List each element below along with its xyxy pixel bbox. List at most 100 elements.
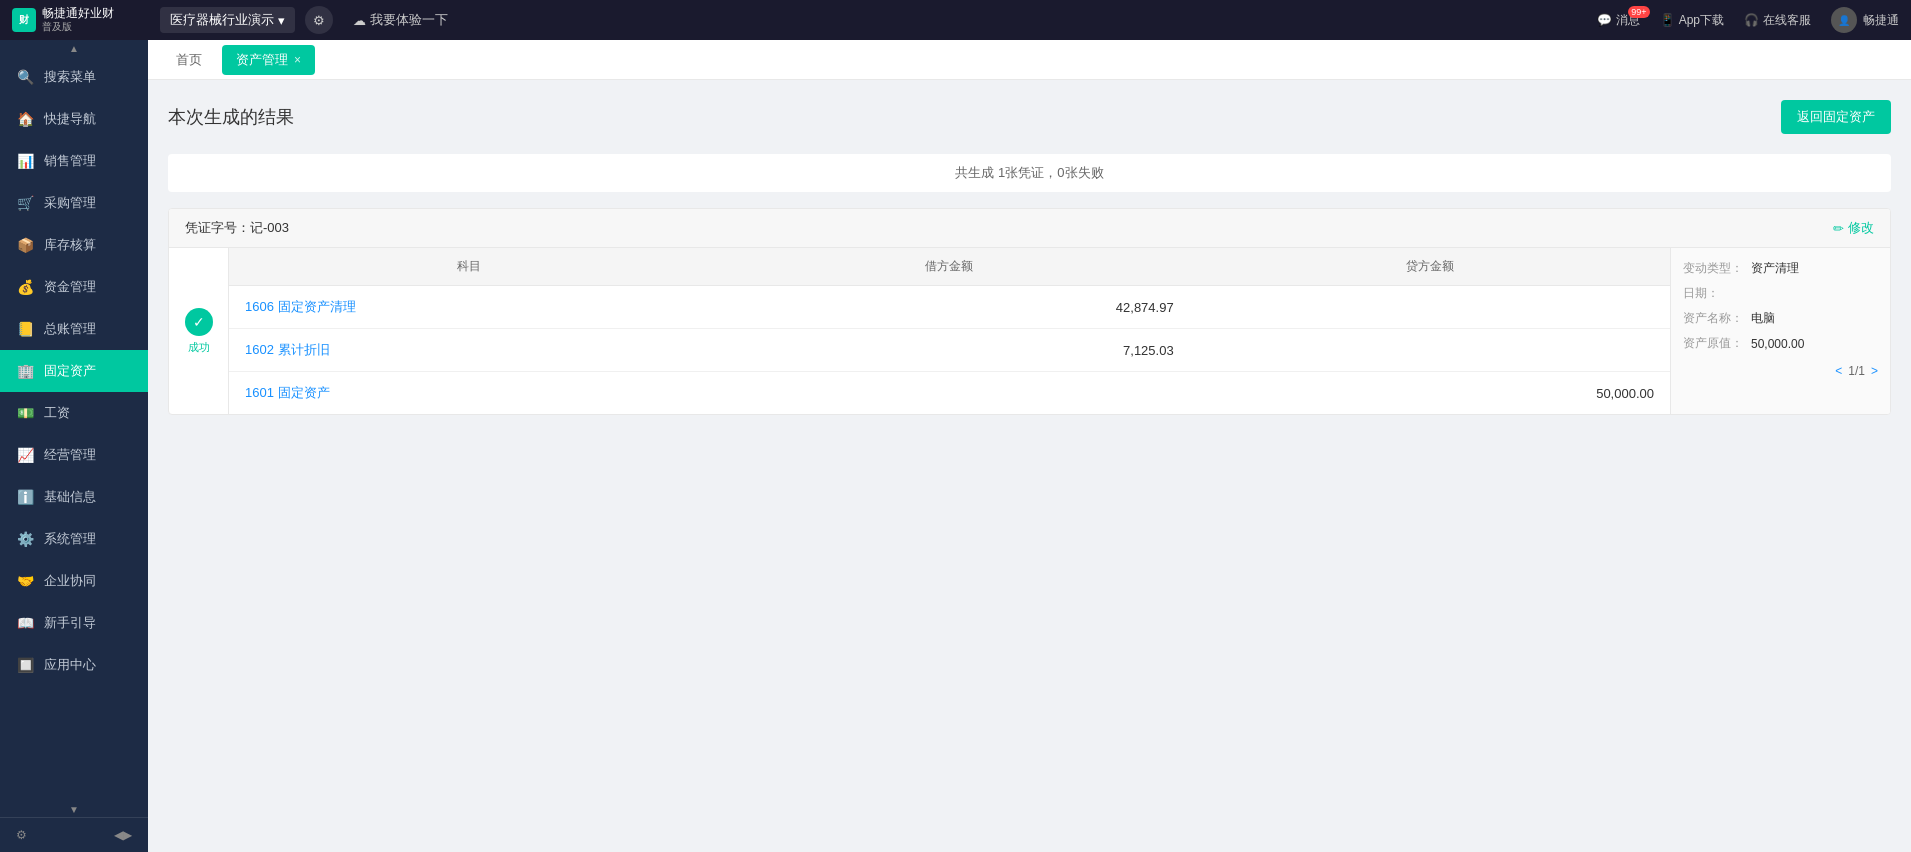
success-text: 成功 <box>188 340 210 355</box>
scroll-up-button[interactable]: ▲ <box>0 40 148 56</box>
row1-subject[interactable]: 1606 固定资产清理 <box>229 286 709 328</box>
settings-icon[interactable]: ⚙ <box>305 6 333 34</box>
sidebar-item-fixed-assets-label: 固定资产 <box>44 362 96 380</box>
sidebar-item-finance[interactable]: 💰 资金管理 <box>0 266 148 308</box>
sidebar-item-ledger[interactable]: 📒 总账管理 <box>0 308 148 350</box>
sidebar-item-sales[interactable]: 📊 销售管理 <box>0 140 148 182</box>
pagination: < 1/1 > <box>1683 364 1878 378</box>
sidebar-item-finance-label: 资金管理 <box>44 278 96 296</box>
home-icon: 🏠 <box>16 110 34 128</box>
sidebar-item-system-label: 系统管理 <box>44 530 96 548</box>
table-with-status: ✓ 成功 科目 借方金额 贷方金额 1606 固定资产清理 <box>169 248 1670 414</box>
company-name: 医疗器械行业演示 <box>170 11 274 29</box>
next-page-button[interactable]: > <box>1871 364 1878 378</box>
inventory-icon: 📦 <box>16 236 34 254</box>
voucher-table: ✓ 成功 科目 借方金额 贷方金额 1606 固定资产清理 <box>169 248 1890 414</box>
sidebar: ▲ 🔍 搜索菜单 🏠 快捷导航 📊 销售管理 🛒 采购管理 📦 库存核算 <box>0 40 148 852</box>
sales-icon: 📊 <box>16 152 34 170</box>
sidebar-item-guide[interactable]: 📖 新手引导 <box>0 602 148 644</box>
voucher-card: 凭证字号：记-003 ✏ 修改 ✓ 成功 <box>168 208 1891 415</box>
sidebar-item-enterprise[interactable]: 🤝 企业协同 <box>0 560 148 602</box>
logo-text-group: 畅捷通好业财 普及版 <box>42 6 114 34</box>
logo-text: 畅捷通好业财 <box>42 6 114 20</box>
company-selector[interactable]: 医疗器械行业演示 ▾ <box>160 7 295 33</box>
user-area[interactable]: 👤 畅捷通 <box>1831 7 1899 33</box>
row3-credit: 50,000.00 <box>1190 374 1670 413</box>
row3-debit <box>709 381 1189 405</box>
tab-home[interactable]: 首页 <box>164 51 214 69</box>
table-main: 科目 借方金额 贷方金额 1606 固定资产清理 42,874.97 1602 … <box>229 248 1670 414</box>
phone-icon: 📱 <box>1660 13 1675 27</box>
sidebar-item-basic-info[interactable]: ℹ️ 基础信息 <box>0 476 148 518</box>
avatar: 👤 <box>1831 7 1857 33</box>
sidebar-item-ledger-label: 总账管理 <box>44 320 96 338</box>
edit-icon: ✏ <box>1833 221 1844 236</box>
sidebar-item-search[interactable]: 🔍 搜索菜单 <box>0 56 148 98</box>
app-center-icon: 🔲 <box>16 656 34 674</box>
page-indicator: 1/1 <box>1848 364 1865 378</box>
voucher-number: 凭证字号：记-003 <box>185 219 289 237</box>
logo-area: 财 畅捷通好业财 普及版 <box>12 6 160 34</box>
app-download-label: App下载 <box>1679 12 1724 29</box>
row2-subject[interactable]: 1602 累计折旧 <box>229 329 709 371</box>
sidebar-item-inventory[interactable]: 📦 库存核算 <box>0 224 148 266</box>
page-content: 本次生成的结果 返回固定资产 共生成 1张凭证，0张失败 凭证字号：记-003 … <box>148 80 1911 852</box>
scroll-down-button[interactable]: ▼ <box>0 801 148 817</box>
purchase-icon: 🛒 <box>16 194 34 212</box>
ledger-icon: 📒 <box>16 320 34 338</box>
customer-service-action[interactable]: 🎧 在线客服 <box>1744 12 1811 29</box>
tab-asset-management[interactable]: 资产管理 × <box>222 45 315 75</box>
sidebar-item-enterprise-label: 企业协同 <box>44 572 96 590</box>
sidebar-item-guide-label: 新手引导 <box>44 614 96 632</box>
customer-service-label: 在线客服 <box>1763 12 1811 29</box>
row2-credit <box>1190 338 1670 362</box>
edit-button[interactable]: ✏ 修改 <box>1833 219 1874 237</box>
change-type-value: 资产清理 <box>1751 260 1799 277</box>
sidebar-item-basic-info-label: 基础信息 <box>44 488 96 506</box>
prev-page-button[interactable]: < <box>1835 364 1842 378</box>
message-icon: 💬 <box>1597 13 1612 27</box>
basic-info-icon: ℹ️ <box>16 488 34 506</box>
page-title: 本次生成的结果 <box>168 105 294 129</box>
app-download-action[interactable]: 📱 App下载 <box>1660 12 1724 29</box>
success-icon: ✓ <box>185 308 213 336</box>
header-debit: 借方金额 <box>709 248 1189 285</box>
return-button[interactable]: 返回固定资产 <box>1781 100 1891 134</box>
headset-icon: 🎧 <box>1744 13 1759 27</box>
sidebar-item-app-center[interactable]: 🔲 应用中心 <box>0 644 148 686</box>
sidebar-nav: 🔍 搜索菜单 🏠 快捷导航 📊 销售管理 🛒 采购管理 📦 库存核算 💰 <box>0 56 148 801</box>
asset-name-label: 资产名称： <box>1683 310 1743 327</box>
username: 畅捷通 <box>1863 12 1899 29</box>
table-header: 科目 借方金额 贷方金额 <box>229 248 1670 286</box>
header-subject: 科目 <box>229 248 709 285</box>
sidebar-item-inventory-label: 库存核算 <box>44 236 96 254</box>
header-credit: 贷方金额 <box>1190 248 1670 285</box>
sidebar-collapse-icon[interactable]: ◀▶ <box>114 828 132 842</box>
page-title-row: 本次生成的结果 返回固定资产 <box>168 100 1891 134</box>
success-column: ✓ 成功 <box>169 248 229 414</box>
sidebar-item-fixed-assets[interactable]: 🏢 固定资产 <box>0 350 148 392</box>
sidebar-item-operations[interactable]: 📈 经营管理 <box>0 434 148 476</box>
dropdown-icon: ▾ <box>278 13 285 28</box>
operations-icon: 📈 <box>16 446 34 464</box>
sidebar-settings-icon[interactable]: ⚙ <box>16 828 27 842</box>
search-icon: 🔍 <box>16 68 34 86</box>
logo-icon: 财 <box>12 8 36 32</box>
original-value-value: 50,000.00 <box>1751 337 1804 351</box>
row3-subject[interactable]: 1601 固定资产 <box>229 372 709 414</box>
tab-close-button[interactable]: × <box>294 53 301 67</box>
sidebar-item-quick-nav[interactable]: 🏠 快捷导航 <box>0 98 148 140</box>
right-actions: 💬 消息 99+ 📱 App下载 🎧 在线客服 👤 畅捷通 <box>1597 7 1899 33</box>
sidebar-item-operations-label: 经营管理 <box>44 446 96 464</box>
sidebar-item-system[interactable]: ⚙️ 系统管理 <box>0 518 148 560</box>
side-panel-content: 变动类型： 资产清理 日期： 资产名称： 电脑 <box>1671 248 1890 390</box>
change-type-row: 变动类型： 资产清理 <box>1683 260 1878 277</box>
side-panel: 变动类型： 资产清理 日期： 资产名称： 电脑 <box>1670 248 1890 414</box>
change-type-label: 变动类型： <box>1683 260 1743 277</box>
sidebar-item-payroll[interactable]: 💵 工资 <box>0 392 148 434</box>
date-label: 日期： <box>1683 285 1719 302</box>
sidebar-item-purchase[interactable]: 🛒 采购管理 <box>0 182 148 224</box>
experience-button[interactable]: ☁ 我要体验一下 <box>353 11 448 29</box>
guide-icon: 📖 <box>16 614 34 632</box>
messages-action[interactable]: 💬 消息 99+ <box>1597 12 1640 29</box>
